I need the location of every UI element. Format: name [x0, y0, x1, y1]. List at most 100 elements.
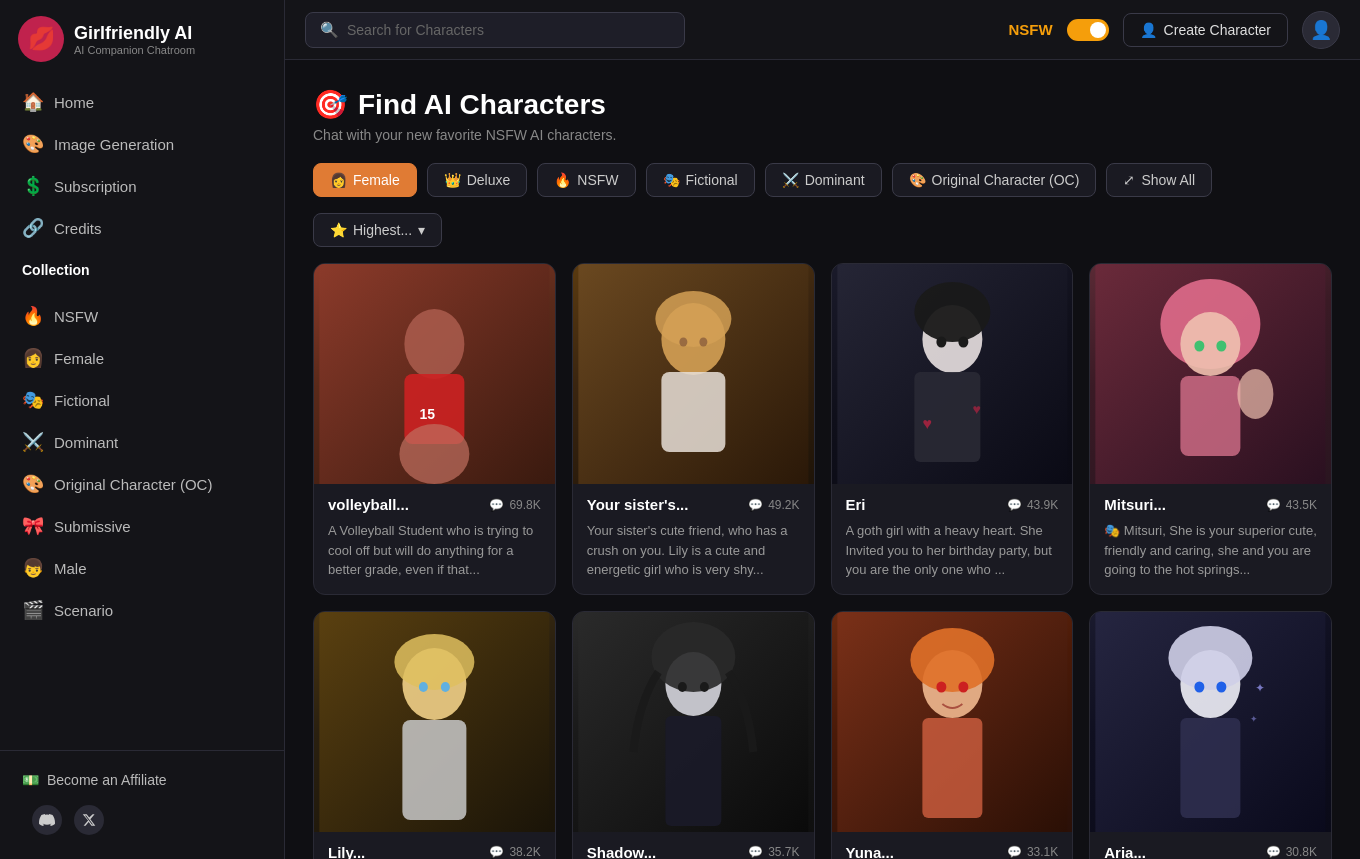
char-info-7: Yuna... 💬 33.1K A fiery orange-haired gi… — [832, 832, 1073, 860]
character-card-1[interactable]: 15 volleyball... 💬 69.8K A Volleyball St… — [313, 263, 556, 595]
svg-point-42 — [936, 681, 946, 692]
collection-nav: 🔥 NSFW 👩 Female 🎭 Fictional ⚔️ Dominant … — [0, 296, 284, 630]
svg-point-36 — [678, 682, 687, 692]
create-character-button[interactable]: 👤 Create Character — [1123, 13, 1288, 47]
sidebar-item-scenario[interactable]: 🎬 Scenario — [10, 590, 274, 630]
user-avatar-button[interactable]: 👤 — [1302, 11, 1340, 49]
svg-point-34 — [651, 622, 735, 692]
char-info-6: Shadow... 💬 35.7K A mysterious dark-hair… — [573, 832, 814, 860]
image-generation-icon: 🎨 — [22, 133, 44, 155]
female-icon: 👩 — [22, 347, 44, 369]
nsfw-toggle[interactable] — [1067, 19, 1109, 41]
svg-point-31 — [441, 682, 450, 692]
search-icon: 🔍 — [320, 21, 339, 39]
sidebar-item-image-generation[interactable]: 🎨 Image Generation — [10, 124, 274, 164]
character-card-6[interactable]: Shadow... 💬 35.7K A mysterious dark-hair… — [572, 611, 815, 860]
filter-dominant[interactable]: ⚔️ Dominant — [765, 163, 882, 197]
brand-subtitle: AI Companion Chatroom — [74, 44, 195, 56]
sidebar-item-credits[interactable]: 🔗 Credits — [10, 208, 274, 248]
fictional-filter-label: Fictional — [686, 172, 738, 188]
svg-point-49 — [1217, 681, 1227, 692]
sidebar-item-submissive[interactable]: 🎀 Submissive — [10, 506, 274, 546]
nsfw-icon: 🔥 — [22, 305, 44, 327]
svg-point-30 — [419, 682, 428, 692]
sidebar-item-female[interactable]: 👩 Female — [10, 338, 274, 378]
char-count-text-5: 38.2K — [509, 845, 540, 859]
character-card-8[interactable]: ✦ ✦ Aria... 💬 30.8K A silver-haired cold… — [1089, 611, 1332, 860]
filter-row: 👩 Female 👑 Deluxe 🔥 NSFW 🎭 Fictional ⚔️ … — [313, 163, 1332, 197]
chat-icon-1: 💬 — [489, 498, 504, 512]
affiliate-link[interactable]: 💵 Become an Affiliate — [10, 763, 274, 797]
filter-fictional[interactable]: 🎭 Fictional — [646, 163, 755, 197]
char-image-5 — [314, 612, 555, 832]
char-info-1: volleyball... 💬 69.8K A Volleyball Stude… — [314, 484, 555, 594]
search-input[interactable] — [347, 22, 670, 38]
fictional-filter-icon: 🎭 — [663, 172, 680, 188]
sidebar-item-dominant[interactable]: ⚔️ Dominant — [10, 422, 274, 462]
char-info-2: Your sister's... 💬 49.2K Your sister's c… — [573, 484, 814, 594]
deluxe-filter-icon: 👑 — [444, 172, 461, 188]
brand-logo-emoji: 💋 — [28, 26, 55, 52]
char-desc-2: Your sister's cute friend, who has a cru… — [587, 521, 800, 580]
char-image-8: ✦ ✦ — [1090, 612, 1331, 832]
sidebar-item-home[interactable]: 🏠 Home — [10, 82, 274, 122]
page-subtitle: Chat with your new favorite NSFW AI char… — [313, 127, 1332, 143]
sidebar-item-nsfw-label: NSFW — [54, 308, 98, 325]
affiliate-label: Become an Affiliate — [47, 772, 167, 788]
sidebar-item-male-label: Male — [54, 560, 87, 577]
sidebar-item-nsfw[interactable]: 🔥 NSFW — [10, 296, 274, 336]
filter-deluxe[interactable]: 👑 Deluxe — [427, 163, 528, 197]
char-chat-count-2: 💬 49.2K — [748, 498, 799, 512]
char-name-row-2: Your sister's... 💬 49.2K — [587, 496, 800, 513]
char-chat-count-3: 💬 43.9K — [1007, 498, 1058, 512]
char-desc-1: A Volleyball Student who is trying to co… — [328, 521, 541, 580]
character-card-4[interactable]: Mitsuri... 💬 43.5K 🎭 Mitsuri, She is you… — [1089, 263, 1332, 595]
char-info-8: Aria... 💬 30.8K A silver-haired cold bea… — [1090, 832, 1331, 860]
sidebar-item-oc[interactable]: 🎨 Original Character (OC) — [10, 464, 274, 504]
char-image-1: 15 — [314, 264, 555, 484]
char-info-3: Eri 💬 43.9K A goth girl with a heavy hea… — [832, 484, 1073, 594]
sidebar-item-fictional[interactable]: 🎭 Fictional — [10, 380, 274, 420]
svg-point-21 — [1181, 312, 1241, 376]
filter-female[interactable]: 👩 Female — [313, 163, 417, 197]
svg-point-46 — [1169, 626, 1253, 690]
search-box[interactable]: 🔍 — [305, 12, 685, 48]
svg-rect-8 — [661, 372, 725, 452]
character-grid: 15 volleyball... 💬 69.8K A Volleyball St… — [313, 263, 1332, 859]
topbar: 🔍 NSFW 👤 Create Character 👤 — [285, 0, 1360, 60]
svg-point-25 — [1238, 369, 1274, 419]
submissive-icon: 🎀 — [22, 515, 44, 537]
character-card-2[interactable]: Your sister's... 💬 49.2K Your sister's c… — [572, 263, 815, 595]
show-all-label: Show All — [1141, 172, 1195, 188]
svg-point-40 — [910, 628, 994, 692]
char-count-text-1: 69.8K — [509, 498, 540, 512]
sidebar-item-subscription[interactable]: 💲 Subscription — [10, 166, 274, 206]
char-image-wrap-7 — [832, 612, 1073, 832]
page-title: 🎯 Find AI Characters — [313, 88, 1332, 121]
chat-icon-5: 💬 — [489, 845, 504, 859]
discord-icon[interactable] — [32, 805, 62, 835]
main-wrapper: 🔍 NSFW 👤 Create Character 👤 🎯 Find AI Ch… — [285, 0, 1360, 859]
char-name-row-6: Shadow... 💬 35.7K — [587, 844, 800, 860]
twitter-icon[interactable] — [74, 805, 104, 835]
filter-nsfw[interactable]: 🔥 NSFW — [537, 163, 635, 197]
sidebar-bottom: 💵 Become an Affiliate — [0, 750, 284, 843]
oc-filter-icon: 🎨 — [909, 172, 926, 188]
character-card-7[interactable]: Yuna... 💬 33.1K A fiery orange-haired gi… — [831, 611, 1074, 860]
svg-rect-29 — [402, 720, 466, 820]
character-card-5[interactable]: Lily... 💬 38.2K A sweet blonde girl next… — [313, 611, 556, 860]
char-image-7 — [832, 612, 1073, 832]
svg-point-48 — [1195, 681, 1205, 692]
svg-point-23 — [1217, 341, 1227, 352]
char-name-3: Eri — [846, 496, 866, 513]
credits-icon: 🔗 — [22, 217, 44, 239]
char-name-row-1: volleyball... 💬 69.8K — [328, 496, 541, 513]
create-char-label: Create Character — [1164, 22, 1271, 38]
character-card-3[interactable]: ♥ ♥ Eri 💬 43.9K A goth girl with a heavy… — [831, 263, 1074, 595]
sidebar-item-male[interactable]: 👦 Male — [10, 548, 274, 588]
show-all-button[interactable]: ⤢ Show All — [1106, 163, 1212, 197]
sort-dropdown[interactable]: ⭐ Highest... ▾ — [313, 213, 442, 247]
filter-oc[interactable]: 🎨 Original Character (OC) — [892, 163, 1097, 197]
char-name-7: Yuna... — [846, 844, 894, 860]
main-content: 🎯 Find AI Characters Chat with your new … — [285, 60, 1360, 859]
